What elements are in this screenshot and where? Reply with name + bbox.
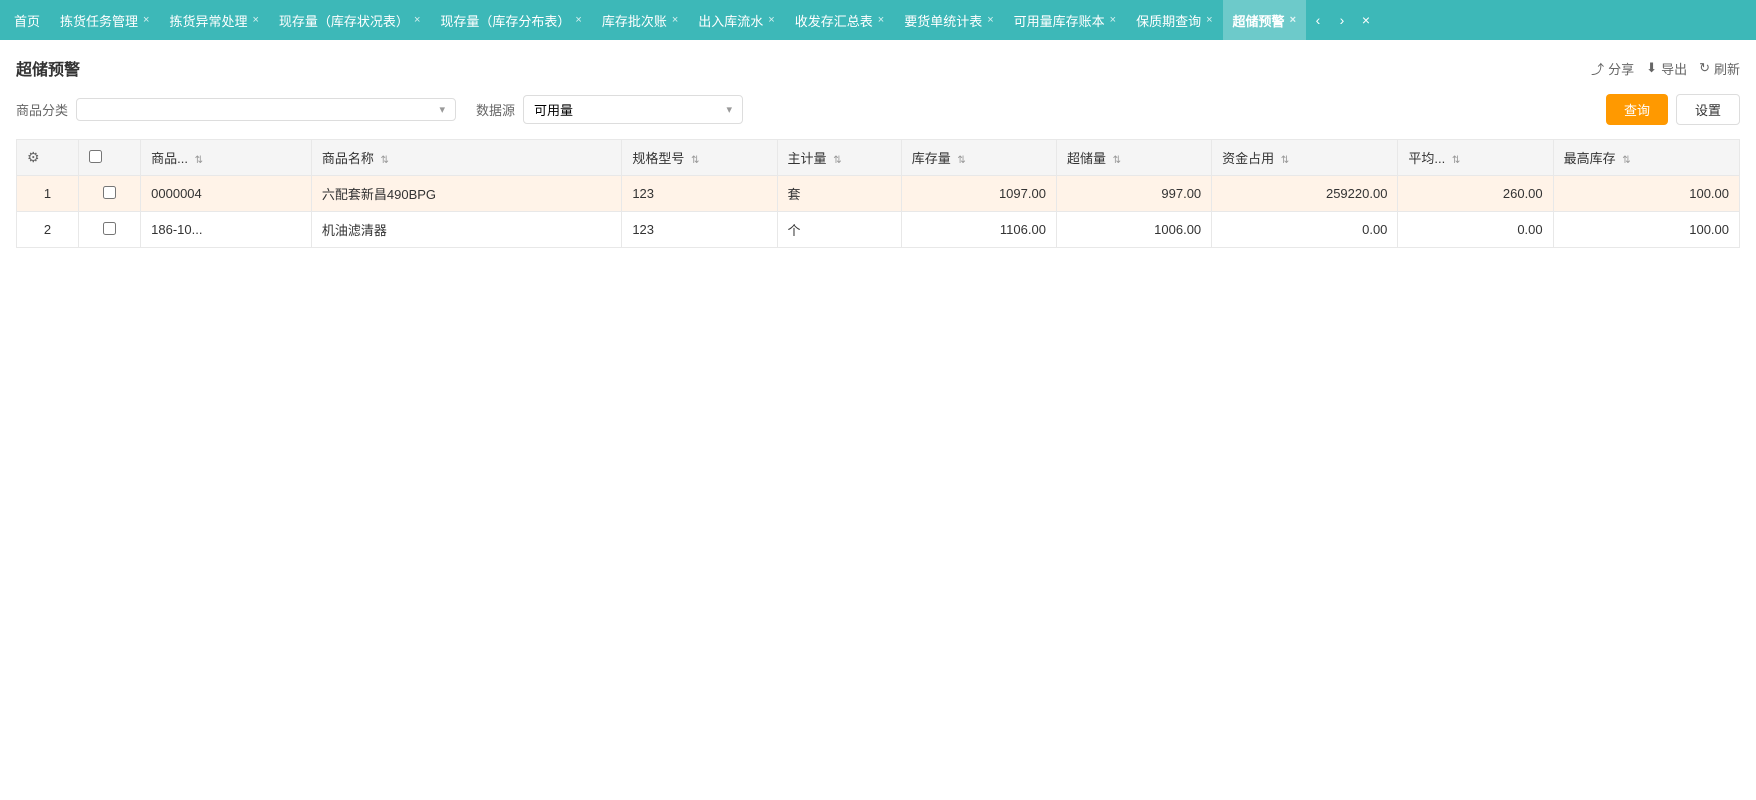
nav-item-task[interactable]: 拣货任务管理 × bbox=[50, 0, 159, 40]
refresh-icon: ↻ bbox=[1699, 60, 1710, 76]
category-label: 商品分类 bbox=[16, 100, 68, 119]
close-icon[interactable]: × bbox=[878, 14, 884, 26]
top-nav: 首页 拣货任务管理 × 拣货异常处理 × 现存量（库存状况表） × 现存量（库存… bbox=[0, 0, 1756, 40]
row-checkbox-cell bbox=[79, 212, 141, 248]
datasource-value: 可用量 bbox=[534, 100, 573, 119]
col-header-spec[interactable]: 规格型号 ⇅ bbox=[622, 140, 777, 176]
table-row: 1 0000004 六配套新昌490BPG 123 套 1097.00 997.… bbox=[17, 176, 1740, 212]
close-icon[interactable]: × bbox=[575, 14, 581, 26]
settings-button[interactable]: 设置 bbox=[1676, 94, 1740, 125]
chevron-down-icon: ▾ bbox=[439, 103, 445, 116]
datasource-select[interactable]: 可用量 ▾ bbox=[523, 95, 743, 124]
nav-item-order-stat[interactable]: 要货单统计表 × bbox=[894, 0, 1003, 40]
nav-item-overstock[interactable]: 超储预警 × bbox=[1223, 0, 1306, 40]
row-num: 2 bbox=[17, 212, 79, 248]
close-icon[interactable]: × bbox=[143, 14, 149, 26]
select-all-checkbox[interactable] bbox=[89, 150, 102, 163]
sort-icon: ⇅ bbox=[957, 155, 965, 166]
share-button[interactable]: ⤴ 分享 bbox=[1591, 59, 1634, 78]
refresh-button[interactable]: ↻ 刷新 bbox=[1699, 59, 1740, 78]
col-header-over[interactable]: 超储量 ⇅ bbox=[1056, 140, 1211, 176]
row-maxstock: 100.00 bbox=[1553, 176, 1739, 212]
nav-item-inventory-dist[interactable]: 现存量（库存分布表） × bbox=[430, 0, 591, 40]
chevron-down-icon: ▾ bbox=[727, 103, 733, 116]
close-icon[interactable]: × bbox=[1110, 14, 1116, 26]
col-header-code[interactable]: 商品... ⇅ bbox=[141, 140, 312, 176]
export-button[interactable]: ⬇ 导出 bbox=[1646, 59, 1687, 78]
sort-icon: ⇅ bbox=[833, 155, 841, 166]
nav-item-available[interactable]: 可用量库存账本 × bbox=[1004, 0, 1126, 40]
category-select[interactable]: ▾ bbox=[76, 98, 456, 121]
row-avg: 260.00 bbox=[1398, 176, 1553, 212]
row-name: 机油滤清器 bbox=[311, 212, 621, 248]
row-checkbox[interactable] bbox=[103, 186, 116, 199]
nav-arrow-left[interactable]: ‹ bbox=[1306, 0, 1330, 40]
row-capital: 259220.00 bbox=[1212, 176, 1398, 212]
header-actions: ⤴ 分享 ⬇ 导出 ↻ 刷新 bbox=[1591, 59, 1740, 78]
row-over: 1006.00 bbox=[1056, 212, 1211, 248]
col-header-unit[interactable]: 主计量 ⇅ bbox=[777, 140, 901, 176]
row-over: 997.00 bbox=[1056, 176, 1211, 212]
nav-item-inventory-status[interactable]: 现存量（库存状况表） × bbox=[269, 0, 430, 40]
row-spec: 123 bbox=[622, 212, 777, 248]
row-spec: 123 bbox=[622, 176, 777, 212]
row-stock: 1106.00 bbox=[901, 212, 1056, 248]
close-icon[interactable]: × bbox=[414, 14, 420, 26]
row-code: 0000004 bbox=[141, 176, 312, 212]
sort-icon: ⇅ bbox=[691, 155, 699, 166]
close-icon[interactable]: × bbox=[252, 14, 258, 26]
col-header-gear: ⚙ bbox=[17, 140, 79, 176]
gear-icon[interactable]: ⚙ bbox=[27, 149, 40, 165]
row-stock: 1097.00 bbox=[901, 176, 1056, 212]
row-code: 186-10... bbox=[141, 212, 312, 248]
sort-icon: ⇅ bbox=[195, 155, 203, 166]
nav-item-summary[interactable]: 收发存汇总表 × bbox=[785, 0, 894, 40]
query-button[interactable]: 查询 bbox=[1606, 94, 1668, 125]
row-avg: 0.00 bbox=[1398, 212, 1553, 248]
page-title: 超储预警 bbox=[16, 56, 80, 80]
nav-item-exception[interactable]: 拣货异常处理 × bbox=[159, 0, 268, 40]
nav-arrow-more[interactable]: × bbox=[1354, 0, 1378, 40]
export-icon: ⬇ bbox=[1646, 60, 1657, 76]
col-header-checkbox bbox=[79, 140, 141, 176]
share-icon: ⤴ bbox=[1591, 59, 1604, 78]
datasource-label: 数据源 bbox=[476, 100, 515, 119]
category-filter-group: 商品分类 ▾ bbox=[16, 98, 456, 121]
row-unit: 个 bbox=[777, 212, 901, 248]
sort-icon: ⇅ bbox=[381, 155, 389, 166]
row-capital: 0.00 bbox=[1212, 212, 1398, 248]
nav-item-batch[interactable]: 库存批次账 × bbox=[592, 0, 688, 40]
col-header-name[interactable]: 商品名称 ⇅ bbox=[311, 140, 621, 176]
row-num: 1 bbox=[17, 176, 79, 212]
sort-icon: ⇅ bbox=[1452, 155, 1460, 166]
table-row: 2 186-10... 机油滤清器 123 个 1106.00 1006.00 … bbox=[17, 212, 1740, 248]
close-icon[interactable]: × bbox=[1290, 14, 1296, 26]
sort-icon: ⇅ bbox=[1113, 155, 1121, 166]
close-icon[interactable]: × bbox=[672, 14, 678, 26]
row-unit: 套 bbox=[777, 176, 901, 212]
page-header: 超储预警 ⤴ 分享 ⬇ 导出 ↻ 刷新 bbox=[16, 56, 1740, 80]
col-header-capital[interactable]: 资金占用 ⇅ bbox=[1212, 140, 1398, 176]
col-header-maxstock[interactable]: 最高库存 ⇅ bbox=[1553, 140, 1739, 176]
close-icon[interactable]: × bbox=[987, 14, 993, 26]
close-icon[interactable]: × bbox=[768, 14, 774, 26]
datasource-filter-group: 数据源 可用量 ▾ bbox=[476, 95, 743, 124]
nav-item-home[interactable]: 首页 bbox=[4, 0, 50, 40]
sort-icon: ⇅ bbox=[1281, 155, 1289, 166]
col-header-stock[interactable]: 库存量 ⇅ bbox=[901, 140, 1056, 176]
col-header-avg[interactable]: 平均... ⇅ bbox=[1398, 140, 1553, 176]
data-table: ⚙ 商品... ⇅ 商品名称 ⇅ 规格型号 ⇅ 主计量 bbox=[16, 139, 1740, 248]
main-content: 超储预警 ⤴ 分享 ⬇ 导出 ↻ 刷新 商品分类 ▾ 数据源 bbox=[0, 40, 1756, 800]
close-icon[interactable]: × bbox=[1206, 14, 1212, 26]
row-checkbox-cell bbox=[79, 176, 141, 212]
row-name: 六配套新昌490BPG bbox=[311, 176, 621, 212]
nav-item-expiry[interactable]: 保质期查询 × bbox=[1126, 0, 1222, 40]
sort-icon: ⇅ bbox=[1622, 155, 1630, 166]
nav-arrow-right[interactable]: › bbox=[1330, 0, 1354, 40]
filter-row: 商品分类 ▾ 数据源 可用量 ▾ 查询 设置 bbox=[16, 94, 1740, 125]
action-buttons: 查询 设置 bbox=[1606, 94, 1740, 125]
row-maxstock: 100.00 bbox=[1553, 212, 1739, 248]
row-checkbox[interactable] bbox=[103, 222, 116, 235]
nav-item-flow[interactable]: 出入库流水 × bbox=[688, 0, 784, 40]
